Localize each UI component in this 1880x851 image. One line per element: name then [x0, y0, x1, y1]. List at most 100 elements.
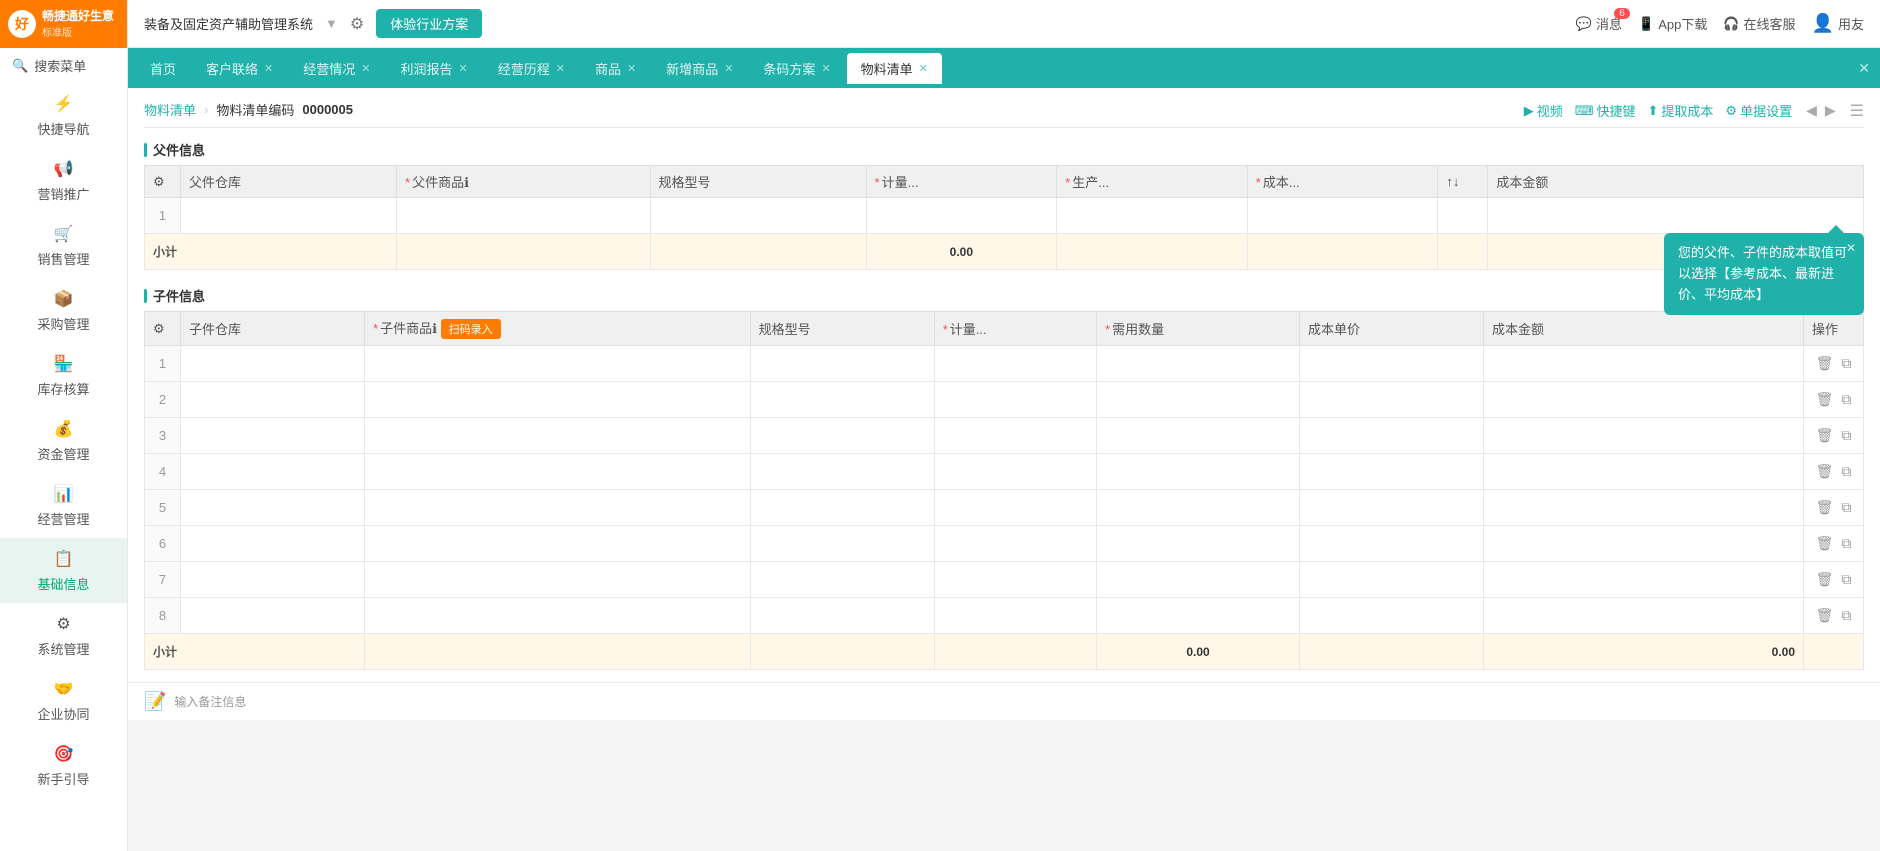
sidebar-item-label: 企业协同	[37, 704, 89, 723]
child-section-header: 子件信息	[144, 286, 1864, 305]
note-icon: 📝	[144, 691, 166, 712]
copy-icon[interactable]: ⧉	[1841, 463, 1851, 480]
delete-icon[interactable]: 🗑	[1816, 499, 1834, 516]
breadcrumb-parent[interactable]: 物料清单	[144, 100, 196, 119]
extract-cost-btn[interactable]: ⬆ 提取成本	[1648, 101, 1714, 120]
child-subtotal-qty: 0.00	[1097, 634, 1300, 670]
video-icon: ▶	[1524, 103, 1534, 119]
bottom-hint-text[interactable]: 输入备注信息	[174, 693, 246, 710]
tab-profit[interactable]: 利润报告 ✕	[386, 53, 481, 84]
sidebar-item-label: 库存核算	[37, 379, 89, 398]
cell-parent-product[interactable]	[397, 198, 651, 234]
cell-child-warehouse[interactable]	[181, 346, 365, 382]
table-row: 7 🗑⧉	[145, 562, 1864, 598]
copy-icon[interactable]: ⧉	[1841, 607, 1851, 624]
cell-child-product[interactable]	[365, 346, 751, 382]
sidebar-item-basic-info[interactable]: 📋 基础信息	[0, 538, 127, 603]
app-download-btn[interactable]: 📱 App下载	[1638, 14, 1707, 33]
grid-view-icon[interactable]: ☰	[1850, 101, 1864, 121]
tab-operations[interactable]: 经营情况 ✕	[289, 53, 384, 84]
cell-cost-amount	[1488, 198, 1864, 234]
tab-close[interactable]: ✕	[459, 62, 468, 75]
tab-customer[interactable]: 客户联络 ✕	[192, 53, 287, 84]
tab-close[interactable]: ✕	[724, 62, 733, 75]
cell-produce[interactable]	[1057, 198, 1248, 234]
copy-icon[interactable]: ⧉	[1841, 499, 1851, 516]
tab-close[interactable]: ✕	[264, 62, 273, 75]
sidebar-item-marketing[interactable]: 📢 营销推广	[0, 148, 127, 213]
shortcut-btn[interactable]: ⌨ 快捷键	[1575, 101, 1636, 120]
sales-icon: 🛒	[53, 223, 75, 245]
cell-child-unit-cost[interactable]	[1299, 346, 1483, 382]
video-btn[interactable]: ▶ 视频	[1524, 101, 1563, 120]
col-gear[interactable]: ⚙	[145, 166, 181, 198]
sidebar-item-finance[interactable]: 💰 资金管理	[0, 408, 127, 473]
copy-icon[interactable]: ⧉	[1841, 355, 1851, 372]
next-arrow[interactable]: ▶	[1823, 100, 1838, 121]
settings-icon[interactable]: ⚙	[350, 14, 364, 34]
delete-icon[interactable]: 🗑	[1816, 391, 1834, 408]
cell-parent-warehouse[interactable]	[181, 198, 397, 234]
sidebar-item-inventory[interactable]: 🏪 库存核算	[0, 343, 127, 408]
nav-arrows: ◀ ▶	[1804, 100, 1838, 121]
copy-icon[interactable]: ⧉	[1841, 391, 1851, 408]
sidebar-item-system[interactable]: ⚙ 系统管理	[0, 603, 127, 668]
delete-icon[interactable]: 🗑	[1816, 355, 1834, 372]
enterprise-icon: 🤝	[53, 678, 75, 700]
col-gear-child[interactable]: ⚙	[145, 312, 181, 346]
cell-sort	[1438, 198, 1488, 234]
cell-cost[interactable]	[1247, 198, 1438, 234]
purchase-icon: 📦	[53, 288, 75, 310]
tab-new-product[interactable]: 新增商品 ✕	[652, 53, 747, 84]
cell-child-unit[interactable]	[934, 346, 1096, 382]
tab-close[interactable]: ✕	[627, 62, 636, 75]
subtotal-cost: 0.00	[866, 234, 1057, 270]
tab-barcode[interactable]: 条码方案 ✕	[749, 53, 844, 84]
delete-icon[interactable]: 🗑	[1816, 607, 1834, 624]
online-service-btn[interactable]: 🎧 在线客服	[1723, 14, 1795, 33]
cell-child-needed[interactable]	[1097, 346, 1300, 382]
copy-icon[interactable]: ⧉	[1841, 571, 1851, 588]
cell-spec[interactable]	[650, 198, 866, 234]
main-area: 装备及固定资产辅助管理系统 ▼ ⚙ 体验行业方案 💬 消息 6 📱 App下载 …	[128, 0, 1880, 851]
delete-icon[interactable]: 🗑	[1816, 571, 1834, 588]
sidebar-item-quick-nav[interactable]: ⚡ 快捷导航	[0, 83, 127, 148]
tab-close[interactable]: ✕	[821, 62, 830, 75]
single-setting-btn[interactable]: ⚙ 单据设置	[1725, 101, 1792, 120]
delete-icon[interactable]: 🗑	[1816, 427, 1834, 444]
tab-product[interactable]: 商品 ✕	[581, 53, 650, 84]
tab-close[interactable]: ✕	[919, 62, 928, 75]
cell-unit[interactable]	[866, 198, 1057, 234]
experience-btn[interactable]: 体验行业方案	[376, 9, 482, 38]
dropdown-arrow[interactable]: ▼	[325, 16, 338, 31]
delete-icon[interactable]: 🗑	[1816, 535, 1834, 552]
extract-icon: ⬆	[1648, 103, 1659, 119]
sidebar-item-sales[interactable]: 🛒 销售管理	[0, 213, 127, 278]
prev-arrow[interactable]: ◀	[1804, 100, 1819, 121]
doc-number: 0000005	[302, 102, 353, 117]
scan-btn[interactable]: 扫码录入	[441, 319, 501, 339]
sidebar-item-operations[interactable]: 📊 经营管理	[0, 473, 127, 538]
user-btn[interactable]: 👤 用友	[1812, 13, 1864, 34]
tab-bom[interactable]: 物料清单 ✕	[847, 53, 942, 84]
parent-table: ⚙ 父件仓库 *父件商品ℹ 规格型号 *计量... *生产... *成本... …	[144, 165, 1864, 270]
copy-icon[interactable]: ⧉	[1841, 535, 1851, 552]
sidebar-item-purchase[interactable]: 📦 采购管理	[0, 278, 127, 343]
tab-close[interactable]: ✕	[556, 62, 565, 75]
tab-history[interactable]: 经营历程 ✕	[484, 53, 579, 84]
tab-close[interactable]: ✕	[361, 62, 370, 75]
quick-nav-icon: ⚡	[53, 93, 75, 115]
logo-sub: 标准版	[42, 24, 114, 39]
delete-icon[interactable]: 🗑	[1816, 463, 1834, 480]
tooltip-close-btn[interactable]: ✕	[1846, 239, 1856, 258]
tab-home[interactable]: 首页	[136, 53, 190, 84]
sidebar-item-enterprise[interactable]: 🤝 企业协同	[0, 668, 127, 733]
message-icon: 💬	[1576, 16, 1592, 32]
sidebar-search[interactable]: 🔍 搜索菜单	[0, 48, 127, 83]
sidebar-item-guide[interactable]: 🎯 新手引导	[0, 733, 127, 798]
cell-child-spec[interactable]	[750, 346, 934, 382]
mobile-icon: 📱	[1638, 16, 1654, 32]
messages-btn[interactable]: 💬 消息 6	[1576, 14, 1622, 33]
tab-close-all[interactable]: ✕	[1856, 58, 1872, 79]
copy-icon[interactable]: ⧉	[1841, 427, 1851, 444]
